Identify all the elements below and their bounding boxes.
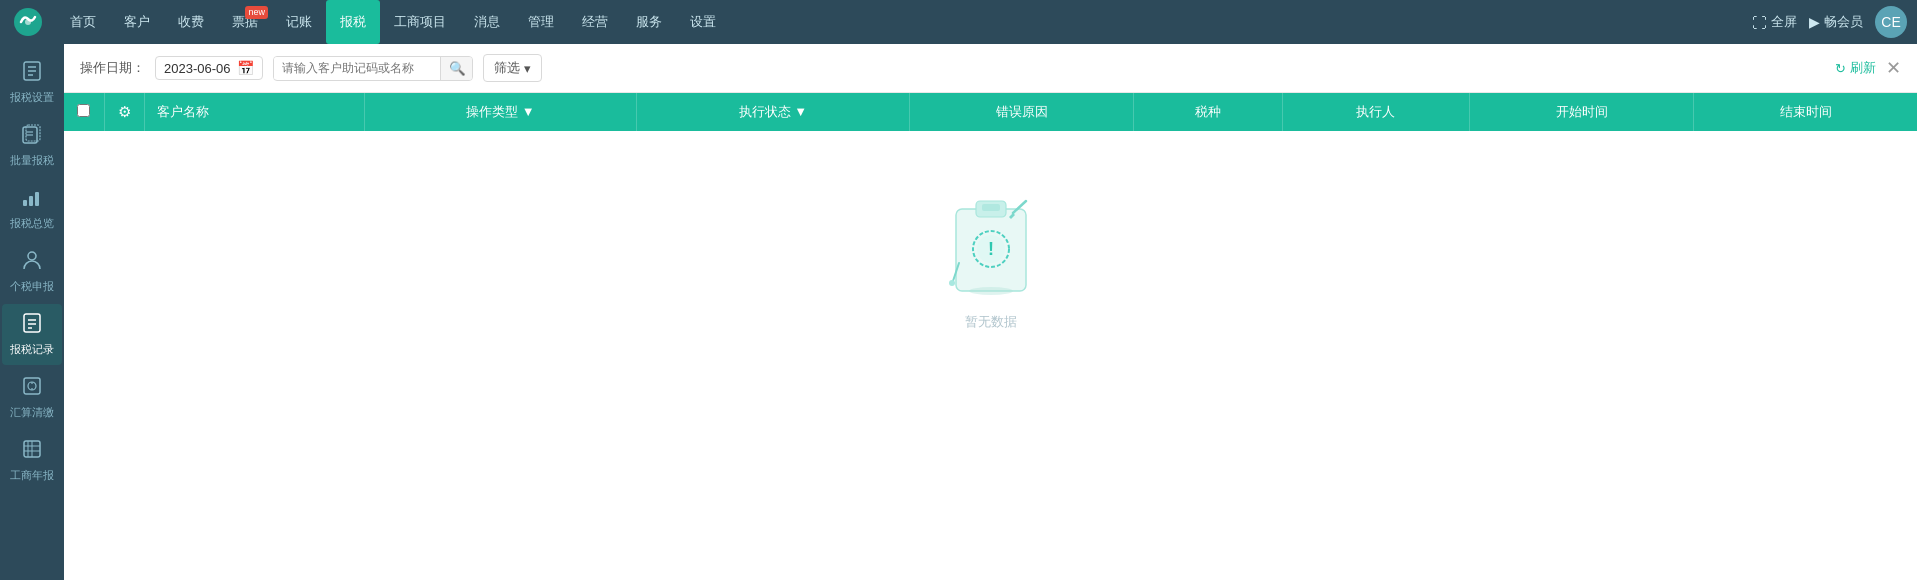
sidebar: 报税设置 批量报税 报税总览 — [0, 44, 64, 580]
personal-tax-icon — [21, 249, 43, 276]
svg-point-13 — [28, 252, 36, 260]
sidebar-label: 工商年报 — [10, 468, 54, 483]
col-checkbox — [64, 93, 104, 131]
search-icon: 🔍 — [449, 61, 466, 76]
toolbar: 操作日期： 2023-06-06 📅 🔍 筛选 ▾ ↻ 刷新 ✕ — [64, 44, 1917, 93]
calendar-icon[interactable]: 📅 — [237, 60, 254, 76]
sidebar-label: 个税申报 — [10, 279, 54, 294]
refresh-icon: ↻ — [1835, 61, 1846, 76]
tax-record-icon — [21, 312, 43, 339]
col-executor: 执行人 — [1283, 93, 1470, 131]
filter-button[interactable]: 筛选 ▾ — [483, 54, 542, 82]
col-tax-type: 税种 — [1134, 93, 1283, 131]
select-all-checkbox[interactable] — [77, 104, 90, 117]
settings-icon[interactable]: ⚙ — [118, 103, 131, 120]
search-button[interactable]: 🔍 — [440, 57, 473, 80]
col-end-time: 结束时间 — [1694, 93, 1917, 131]
nav-invoice[interactable]: 票据 new — [218, 0, 272, 44]
sidebar-item-tax-settings[interactable]: 报税设置 — [2, 52, 62, 113]
svg-rect-29 — [982, 204, 1000, 211]
nav-home[interactable]: 首页 — [56, 0, 110, 44]
main-layout: 报税设置 批量报税 报税总览 — [0, 44, 1917, 580]
sidebar-item-settlement[interactable]: 汇算清缴 — [2, 367, 62, 428]
nav-operation[interactable]: 经营 — [568, 0, 622, 44]
nav-tax[interactable]: 报税 — [326, 0, 380, 44]
new-badge: new — [245, 6, 268, 19]
chevron-down-icon: ▾ — [524, 61, 531, 76]
svg-point-37 — [949, 280, 955, 286]
nav-business[interactable]: 工商项目 — [380, 0, 460, 44]
svg-rect-14 — [24, 314, 40, 332]
toolbar-right: ↻ 刷新 ✕ — [1835, 57, 1901, 79]
nav-settings[interactable]: 设置 — [676, 0, 730, 44]
nav-bookkeeping[interactable]: 记账 — [272, 0, 326, 44]
sidebar-item-personal-tax[interactable]: 个税申报 — [2, 241, 62, 302]
search-input[interactable] — [274, 57, 440, 79]
svg-rect-18 — [24, 378, 40, 394]
fullscreen-button[interactable]: ⛶ 全屏 — [1752, 13, 1797, 31]
date-value: 2023-06-06 — [164, 61, 231, 76]
nav-right: ⛶ 全屏 ▶ 畅会员 CE — [1752, 6, 1907, 38]
svg-rect-11 — [29, 196, 33, 206]
tax-overview-icon — [21, 186, 43, 213]
col-start-time: 开始时间 — [1469, 93, 1694, 131]
nav-service[interactable]: 服务 — [622, 0, 676, 44]
sidebar-item-tax-overview[interactable]: 报税总览 — [2, 178, 62, 239]
tax-settings-icon — [21, 60, 43, 87]
empty-text: 暂无数据 — [965, 313, 1017, 331]
batch-tax-icon — [21, 123, 43, 150]
sidebar-label: 批量报税 — [10, 153, 54, 168]
member-button[interactable]: ▶ 畅会员 — [1809, 13, 1863, 31]
sidebar-label: 报税记录 — [10, 342, 54, 357]
svg-text:!: ! — [988, 239, 994, 259]
sidebar-label: 报税设置 — [10, 90, 54, 105]
annual-report-icon — [21, 438, 43, 465]
date-label: 操作日期： — [80, 59, 145, 77]
refresh-button[interactable]: ↻ 刷新 — [1835, 59, 1876, 77]
filter-label: 筛选 — [494, 59, 520, 77]
date-picker[interactable]: 2023-06-06 📅 — [155, 56, 263, 80]
nav-customer[interactable]: 客户 — [110, 0, 164, 44]
col-error-reason: 错误原因 — [909, 93, 1134, 131]
settlement-icon — [21, 375, 43, 402]
table-container: ⚙ 客户名称 操作类型 ▼ 执行状态 ▼ 错误原因 — [64, 93, 1917, 580]
top-nav: 首页 客户 收费 票据 new 记账 报税 工商项目 消息 管理 经营 服务 设… — [0, 0, 1917, 44]
sidebar-label: 汇算清缴 — [10, 405, 54, 420]
search-box[interactable]: 🔍 — [273, 56, 473, 81]
close-button[interactable]: ✕ — [1886, 57, 1901, 79]
sidebar-item-tax-record[interactable]: 报税记录 — [2, 304, 62, 365]
col-settings: ⚙ — [104, 93, 144, 131]
svg-point-35 — [969, 287, 1013, 295]
col-exec-status[interactable]: 执行状态 ▼ — [637, 93, 910, 131]
empty-illustration: ! — [941, 191, 1041, 301]
nav-manage[interactable]: 管理 — [514, 0, 568, 44]
avatar[interactable]: CE — [1875, 6, 1907, 38]
data-table: ⚙ 客户名称 操作类型 ▼ 执行状态 ▼ 错误原因 — [64, 93, 1917, 391]
sidebar-item-batch-tax[interactable]: 批量报税 — [2, 115, 62, 176]
svg-rect-10 — [23, 200, 27, 206]
col-client-name: 客户名称 — [144, 93, 364, 131]
fullscreen-icon: ⛶ — [1752, 14, 1767, 31]
empty-state: ! — [64, 131, 1917, 391]
svg-point-1 — [25, 19, 31, 25]
video-icon: ▶ — [1809, 14, 1820, 30]
sidebar-item-annual-report[interactable]: 工商年报 — [2, 430, 62, 491]
sidebar-label: 报税总览 — [10, 216, 54, 231]
content-area: 操作日期： 2023-06-06 📅 🔍 筛选 ▾ ↻ 刷新 ✕ — [64, 44, 1917, 580]
col-op-type[interactable]: 操作类型 ▼ — [364, 93, 637, 131]
svg-rect-12 — [35, 192, 39, 206]
logo[interactable] — [10, 4, 46, 40]
nav-message[interactable]: 消息 — [460, 0, 514, 44]
nav-fee[interactable]: 收费 — [164, 0, 218, 44]
